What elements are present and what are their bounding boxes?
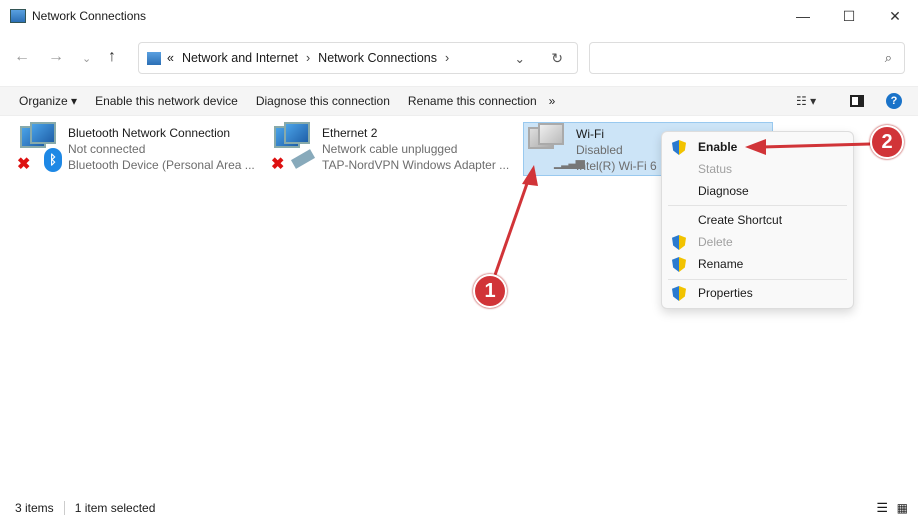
status-bar: 3 items 1 item selected ☰ ▦	[0, 496, 918, 520]
arrow-2-head	[745, 139, 766, 155]
selection-count: 1 item selected	[74, 501, 156, 515]
arrow-2	[759, 142, 871, 149]
arrow-1	[493, 174, 532, 276]
annotation-arrows	[493, 139, 871, 276]
details-view-icon[interactable]: ☰	[876, 500, 888, 516]
item-count: 3 items	[15, 501, 54, 515]
tiles-view-icon[interactable]: ▦	[897, 501, 908, 515]
annotation-badge-1: 1	[473, 274, 507, 308]
annotation-badge-2: 2	[870, 125, 904, 159]
arrow-1-head	[522, 165, 538, 186]
